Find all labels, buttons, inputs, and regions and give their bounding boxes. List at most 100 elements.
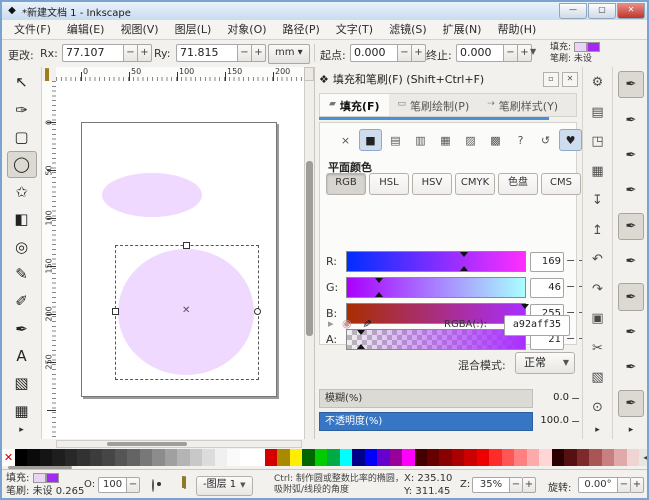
palette-swatch[interactable]: [577, 449, 589, 466]
import-button[interactable]: ↧: [586, 189, 610, 213]
opacity-value[interactable]: 100.0: [537, 415, 569, 426]
palette-swatch[interactable]: [227, 449, 239, 466]
layer-dropdown[interactable]: -图层 1▼: [196, 476, 253, 496]
snap-bbox-corners-button[interactable]: ✒: [618, 177, 644, 204]
tab-stroke-paint[interactable]: ▭笔刷绘制(P): [389, 94, 479, 116]
undo-button[interactable]: ↶: [586, 248, 610, 272]
menu-item[interactable]: 路径(P): [275, 20, 328, 39]
dialog-dock-button[interactable]: ▫: [543, 72, 559, 87]
palette-swatch[interactable]: [90, 449, 102, 466]
selection-center-mark[interactable]: ✕: [182, 305, 190, 316]
ry-minus-button[interactable]: −: [238, 44, 252, 62]
palette-swatch[interactable]: [502, 449, 514, 466]
mode-rgb-button[interactable]: RGB: [326, 173, 366, 195]
ellipse-object-small[interactable]: [102, 173, 202, 217]
layer-visibility-eye-icon[interactable]: [152, 479, 154, 492]
rgba-input[interactable]: a92aff35: [504, 315, 570, 336]
palette-swatch[interactable]: [402, 449, 414, 466]
end-minus-button[interactable]: −: [504, 44, 518, 62]
green-slider-marker-bottom[interactable]: [375, 292, 383, 297]
green-slider[interactable]: [346, 277, 526, 298]
red-value-input[interactable]: 169: [530, 252, 564, 272]
palette-swatch[interactable]: [52, 449, 64, 466]
zoom-tool-button[interactable]: ⊙: [586, 396, 610, 420]
palette-swatch[interactable]: [152, 449, 164, 466]
horizontal-scrollbar-thumb[interactable]: [107, 442, 187, 446]
tool-calligraphy[interactable]: ✒: [7, 316, 37, 342]
palette-swatch[interactable]: [539, 449, 551, 466]
palette-swatch[interactable]: [40, 449, 52, 466]
opacity-slider[interactable]: 不透明度(%): [319, 412, 533, 431]
tool-gradient[interactable]: ▧: [7, 370, 37, 396]
heart-swatch-button[interactable]: ♥: [559, 129, 582, 151]
selection-handle-left[interactable]: [112, 308, 119, 315]
ruler-corner[interactable]: [42, 67, 57, 82]
horizontal-ruler[interactable]: 050100150200: [56, 67, 304, 82]
blur-slider[interactable]: 模糊(%): [319, 389, 533, 408]
tool-text[interactable]: A: [7, 343, 37, 369]
palette-swatch[interactable]: [489, 449, 501, 466]
selection-handle-right[interactable]: [254, 308, 261, 315]
snap-bbox-edges-button[interactable]: ✒: [618, 142, 644, 169]
stop-icon[interactable]: ◉: [342, 317, 352, 330]
snap-paths-button[interactable]: ✒: [618, 248, 644, 275]
selection-handle-top[interactable]: [183, 242, 190, 249]
start-plus-button[interactable]: +: [412, 44, 426, 62]
ry-plus-button[interactable]: +: [252, 44, 266, 62]
tool-bezier-pen[interactable]: ✐: [7, 288, 37, 314]
radial-gradient-button[interactable]: ▥: [409, 129, 432, 151]
palette-swatch[interactable]: [240, 449, 252, 466]
tool-mesh-gradient[interactable]: ▦: [7, 398, 37, 424]
palette-swatch[interactable]: [602, 449, 614, 466]
tool-box-3d[interactable]: ◧: [7, 206, 37, 232]
palette-swatch[interactable]: [190, 449, 202, 466]
palette-swatch[interactable]: [627, 449, 639, 466]
status-opacity-minus-button[interactable]: −: [127, 477, 140, 493]
alpha-slider-marker-bottom[interactable]: [357, 344, 365, 349]
rx-input[interactable]: 77.107: [62, 44, 124, 62]
green-minus-button[interactable]: −: [566, 280, 575, 293]
green-value-input[interactable]: 46: [530, 278, 564, 298]
snap-bbox-button[interactable]: ✒: [618, 106, 644, 133]
snap-nodes-button[interactable]: ✒: [618, 213, 644, 240]
status-fill-stroke-indicator[interactable]: 填充: 笔刷: 未设 0.265: [6, 472, 84, 498]
mode-cms-button[interactable]: CMS: [541, 173, 581, 195]
linear-gradient-button[interactable]: ▤: [384, 129, 407, 151]
blue-slider-marker[interactable]: [521, 304, 529, 309]
tab-stroke-style[interactable]: ⇢笔刷样式(Y): [478, 94, 567, 116]
no-paint-button[interactable]: ×: [334, 129, 357, 151]
palette-swatch[interactable]: [127, 449, 139, 466]
open-document-button[interactable]: ▤: [586, 101, 610, 125]
palette-swatch[interactable]: [215, 449, 227, 466]
palette-swatch[interactable]: [315, 449, 327, 466]
print-button[interactable]: ▦: [586, 160, 610, 184]
rx-minus-button[interactable]: −: [124, 44, 138, 62]
layer-lock-icon[interactable]: [176, 477, 186, 488]
red-slider-marker-bottom[interactable]: [460, 266, 468, 271]
tab-fill[interactable]: ▰填充(F): [320, 94, 389, 116]
menu-item[interactable]: 图层(L): [167, 20, 220, 39]
menu-item[interactable]: 滤镜(S): [381, 20, 435, 39]
color-dropper-icon[interactable]: ✎: [360, 318, 374, 328]
palette-arrow[interactable]: ◂: [639, 449, 649, 466]
palette-swatch[interactable]: [265, 449, 277, 466]
palette-swatch[interactable]: [439, 449, 451, 466]
commands-overflow-arrow[interactable]: ▸: [595, 425, 600, 435]
units-dropdown[interactable]: mm ▾: [268, 44, 310, 64]
zoom-minus-button[interactable]: −: [510, 477, 523, 493]
opacity-minus-button[interactable]: −: [571, 415, 580, 428]
palette-swatch[interactable]: [415, 449, 427, 466]
zoom-input[interactable]: 35%: [472, 477, 510, 493]
unknown-paint-button[interactable]: ?: [509, 129, 532, 151]
red-slider-marker[interactable]: [460, 252, 468, 257]
pattern-button[interactable]: ▦: [434, 129, 457, 151]
play-icon[interactable]: ▸: [328, 317, 334, 330]
mesh-gradient-fill-button[interactable]: ▩: [484, 129, 507, 151]
palette-swatch[interactable]: [352, 449, 364, 466]
redo-button[interactable]: ↷: [586, 278, 610, 302]
tool-rectangle[interactable]: ▢: [7, 124, 37, 150]
palette-swatch[interactable]: [377, 449, 389, 466]
palette-swatch[interactable]: [140, 449, 152, 466]
palette-swatch[interactable]: [527, 449, 539, 466]
palette-swatch[interactable]: [65, 449, 77, 466]
